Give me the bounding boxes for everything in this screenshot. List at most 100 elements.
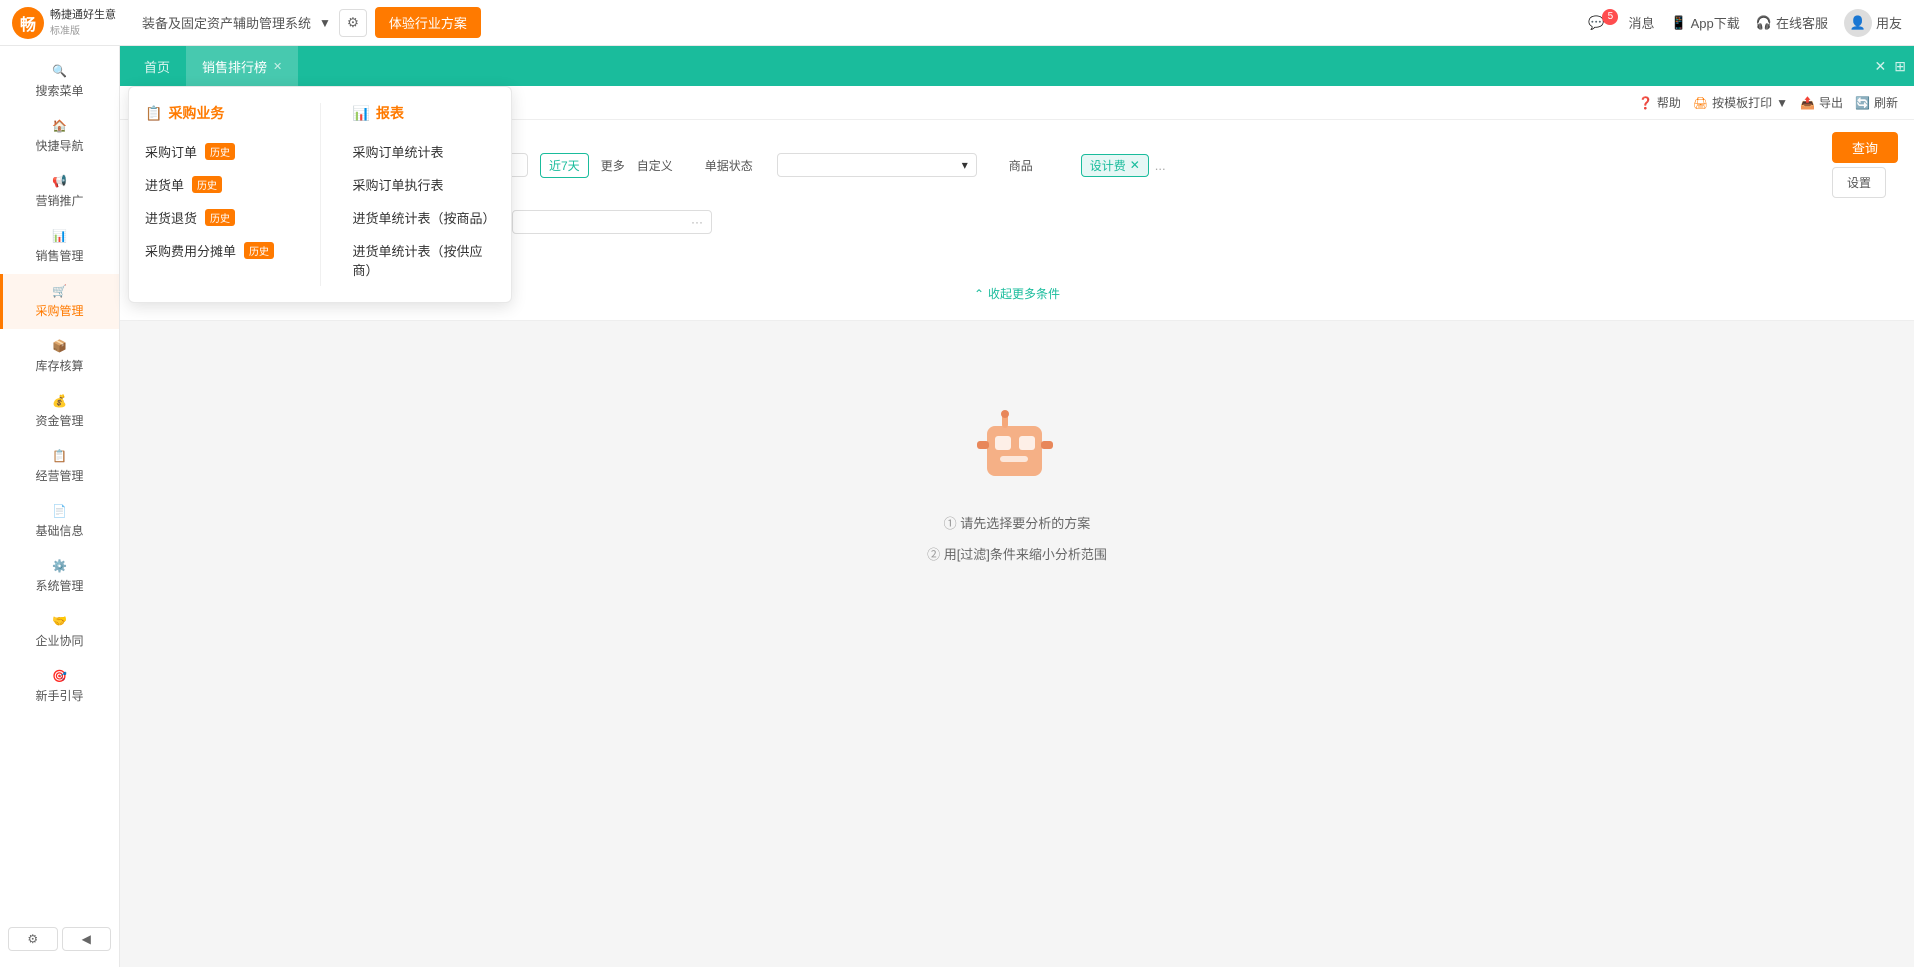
sidebar-collapse-btn[interactable]: ◀ bbox=[62, 927, 112, 951]
empty-state: ① 请先选择要分析的方案 ② 用[过滤]条件来缩小分析范围 bbox=[120, 321, 1914, 643]
dropdown-item-goods-return[interactable]: 进货退货 历史 bbox=[145, 201, 288, 234]
history-badge-1: 历史 bbox=[192, 176, 222, 193]
dropdown-item-purchase-expense[interactable]: 采购费用分摊单 历史 bbox=[145, 234, 288, 267]
sidebar-bottom: ⚙ ◀ bbox=[0, 919, 119, 959]
report-menu-icon: 📊 bbox=[353, 105, 370, 122]
home-icon: 🏠 bbox=[52, 119, 67, 133]
header-right: 💬 5 消息 📱 App下载 🎧 在线客服 👤 用友 bbox=[1588, 9, 1902, 37]
sidebar-item-sales[interactable]: 📊 销售管理 bbox=[0, 219, 119, 274]
salesperson-dots[interactable]: ··· bbox=[691, 215, 703, 229]
dropdown-item-purchase-order[interactable]: 采购订单 历史 bbox=[145, 135, 288, 168]
collapse-icon: ⌃ bbox=[974, 287, 984, 301]
app-download-item[interactable]: 📱 App下载 bbox=[1670, 13, 1739, 32]
message-item[interactable]: 💬 5 消息 bbox=[1588, 13, 1654, 32]
dropdown-col2-title: 📊 报表 bbox=[353, 103, 496, 123]
date-more-btn[interactable]: 更多 bbox=[601, 157, 625, 174]
empty-illustration bbox=[957, 401, 1077, 501]
print-icon: 🖨 bbox=[1693, 96, 1708, 110]
marketing-icon: 📢 bbox=[52, 174, 67, 188]
system-dropdown-btn[interactable]: ▼ bbox=[319, 16, 331, 30]
sidebar-item-enterprise[interactable]: 🤝 企业协同 bbox=[0, 604, 119, 659]
sidebar-item-search[interactable]: 🔍 搜索菜单 bbox=[0, 54, 119, 109]
operations-icon: 📋 bbox=[52, 449, 67, 463]
refresh-btn[interactable]: 🔄 刷新 bbox=[1855, 94, 1898, 111]
sidebar-item-purchase[interactable]: 🛒 采购管理 bbox=[0, 274, 119, 329]
refresh-icon: 🔄 bbox=[1855, 96, 1870, 110]
active-bar bbox=[0, 274, 3, 329]
sidebar-item-beginner[interactable]: 🎯 新手引导 bbox=[0, 659, 119, 714]
chevron-down-icon: ▾ bbox=[962, 158, 968, 172]
message-badge: 5 bbox=[1602, 9, 1618, 25]
system-icon: ⚙️ bbox=[52, 559, 67, 573]
phone-icon: 📱 bbox=[1670, 15, 1686, 31]
history-badge-0: 历史 bbox=[205, 143, 235, 160]
empty-line2: ② 用[过滤]条件来缩小分析范围 bbox=[927, 544, 1107, 563]
sales-icon: 📊 bbox=[52, 229, 67, 243]
tab-bar: 首页 销售排行榜 ✕ ✕ ⊞ bbox=[120, 46, 1914, 86]
dropdown-item-po-summary[interactable]: 采购订单统计表 bbox=[353, 135, 496, 168]
export-btn[interactable]: 📤 导出 bbox=[1800, 94, 1843, 111]
goods-tag-close[interactable]: ✕ bbox=[1130, 158, 1140, 172]
help-icon: ❓ bbox=[1638, 96, 1653, 110]
sidebar-settings-btn[interactable]: ⚙ bbox=[8, 927, 58, 951]
enterprise-icon: 🤝 bbox=[52, 614, 67, 628]
help-btn[interactable]: ❓ 帮助 bbox=[1638, 94, 1681, 111]
goods-dots[interactable]: ... bbox=[1155, 158, 1166, 173]
purchase-menu-icon: 📋 bbox=[145, 105, 162, 122]
tab-maximize-btn[interactable]: ⊞ bbox=[1894, 58, 1906, 75]
doc-status-select[interactable]: ▾ bbox=[777, 153, 977, 177]
sidebar-item-quick-nav[interactable]: 🏠 快捷导航 bbox=[0, 109, 119, 164]
industry-btn[interactable]: 体验行业方案 bbox=[375, 7, 481, 38]
base-info-icon: 📄 bbox=[52, 504, 67, 518]
purchase-icon: 🛒 bbox=[52, 284, 67, 298]
empty-line1: ① 请先选择要分析的方案 bbox=[944, 513, 1091, 532]
tab-close-btn[interactable]: ✕ bbox=[273, 60, 282, 73]
dropdown-menu: 📋 采购业务 采购订单 历史 进货单 历史 进货退货 历史 采购费用分摊单 历史… bbox=[128, 86, 512, 303]
top-header: 畅 畅捷通好生意 标准版 装备及固定资产辅助管理系统 ▼ ⚙ 体验行业方案 💬 … bbox=[0, 0, 1914, 46]
salesperson-input[interactable]: ··· bbox=[512, 210, 712, 234]
logo-area: 畅 畅捷通好生意 标准版 bbox=[12, 7, 132, 39]
dropdown-col-purchase: 📋 采购业务 采购订单 历史 进货单 历史 进货退货 历史 采购费用分摊单 历史 bbox=[145, 103, 288, 286]
tab-close-window-btn[interactable]: ✕ bbox=[1875, 58, 1887, 75]
logo-text: 畅捷通好生意 标准版 bbox=[50, 8, 116, 37]
dropdown-col1-title: 📋 采购业务 bbox=[145, 103, 288, 123]
date-7days-btn[interactable]: 近7天 bbox=[540, 153, 589, 178]
tab-home[interactable]: 首页 bbox=[128, 46, 186, 86]
sidebar-item-marketing[interactable]: 📢 营销推广 bbox=[0, 164, 119, 219]
tab-bar-right: ✕ ⊞ bbox=[1875, 58, 1906, 75]
dropdown-divider bbox=[320, 103, 321, 286]
sidebar: 🔍 搜索菜单 🏠 快捷导航 📢 营销推广 📊 销售管理 🛒 采购管理 📦 库存核… bbox=[0, 46, 120, 967]
sidebar-item-base-info[interactable]: 📄 基础信息 bbox=[0, 494, 119, 549]
online-service-item[interactable]: 🎧 在线客服 bbox=[1756, 13, 1828, 32]
goods-tag[interactable]: 设计费 ✕ bbox=[1081, 154, 1149, 177]
sidebar-item-inventory[interactable]: 📦 库存核算 bbox=[0, 329, 119, 384]
system-title: 装备及固定资产辅助管理系统 bbox=[142, 13, 311, 32]
history-badge-3: 历史 bbox=[244, 242, 274, 259]
avatar: 👤 bbox=[1844, 9, 1872, 37]
dropdown-item-receipt-by-supplier[interactable]: 进货单统计表（按供应商） bbox=[353, 234, 496, 286]
logo-icon: 畅 bbox=[12, 7, 44, 39]
dropdown-item-receipt-by-goods[interactable]: 进货单统计表（按商品） bbox=[353, 201, 496, 234]
doc-status-label: 单据状态 bbox=[705, 157, 765, 174]
sidebar-item-finance[interactable]: 💰 资金管理 bbox=[0, 384, 119, 439]
goods-filter: 设计费 ✕ ... bbox=[1081, 154, 1166, 177]
query-btn[interactable]: 查询 bbox=[1832, 132, 1898, 163]
export-icon: 📤 bbox=[1800, 96, 1815, 110]
header-settings-btn[interactable]: ⚙ bbox=[339, 9, 367, 37]
search-icon: 🔍 bbox=[52, 64, 67, 78]
inventory-icon: 📦 bbox=[52, 339, 67, 353]
dropdown-item-goods-receipt[interactable]: 进货单 历史 bbox=[145, 168, 288, 201]
empty-robot-svg bbox=[967, 406, 1067, 496]
print-btn[interactable]: 🖨 按模板打印 ▼ bbox=[1693, 94, 1788, 111]
settings-btn[interactable]: 设置 bbox=[1832, 167, 1886, 198]
sidebar-item-system[interactable]: ⚙️ 系统管理 bbox=[0, 549, 119, 604]
history-badge-2: 历史 bbox=[205, 209, 235, 226]
user-item[interactable]: 👤 用友 bbox=[1844, 9, 1902, 37]
print-dropdown-icon: ▼ bbox=[1776, 96, 1788, 110]
tab-sales-ranking[interactable]: 销售排行榜 ✕ bbox=[186, 46, 298, 86]
dropdown-item-po-execution[interactable]: 采购订单执行表 bbox=[353, 168, 496, 201]
sidebar-item-operations[interactable]: 📋 经营管理 bbox=[0, 439, 119, 494]
date-custom-btn[interactable]: 自定义 bbox=[637, 157, 673, 174]
query-area: 查询 设置 bbox=[1832, 132, 1898, 198]
finance-icon: 💰 bbox=[52, 394, 67, 408]
